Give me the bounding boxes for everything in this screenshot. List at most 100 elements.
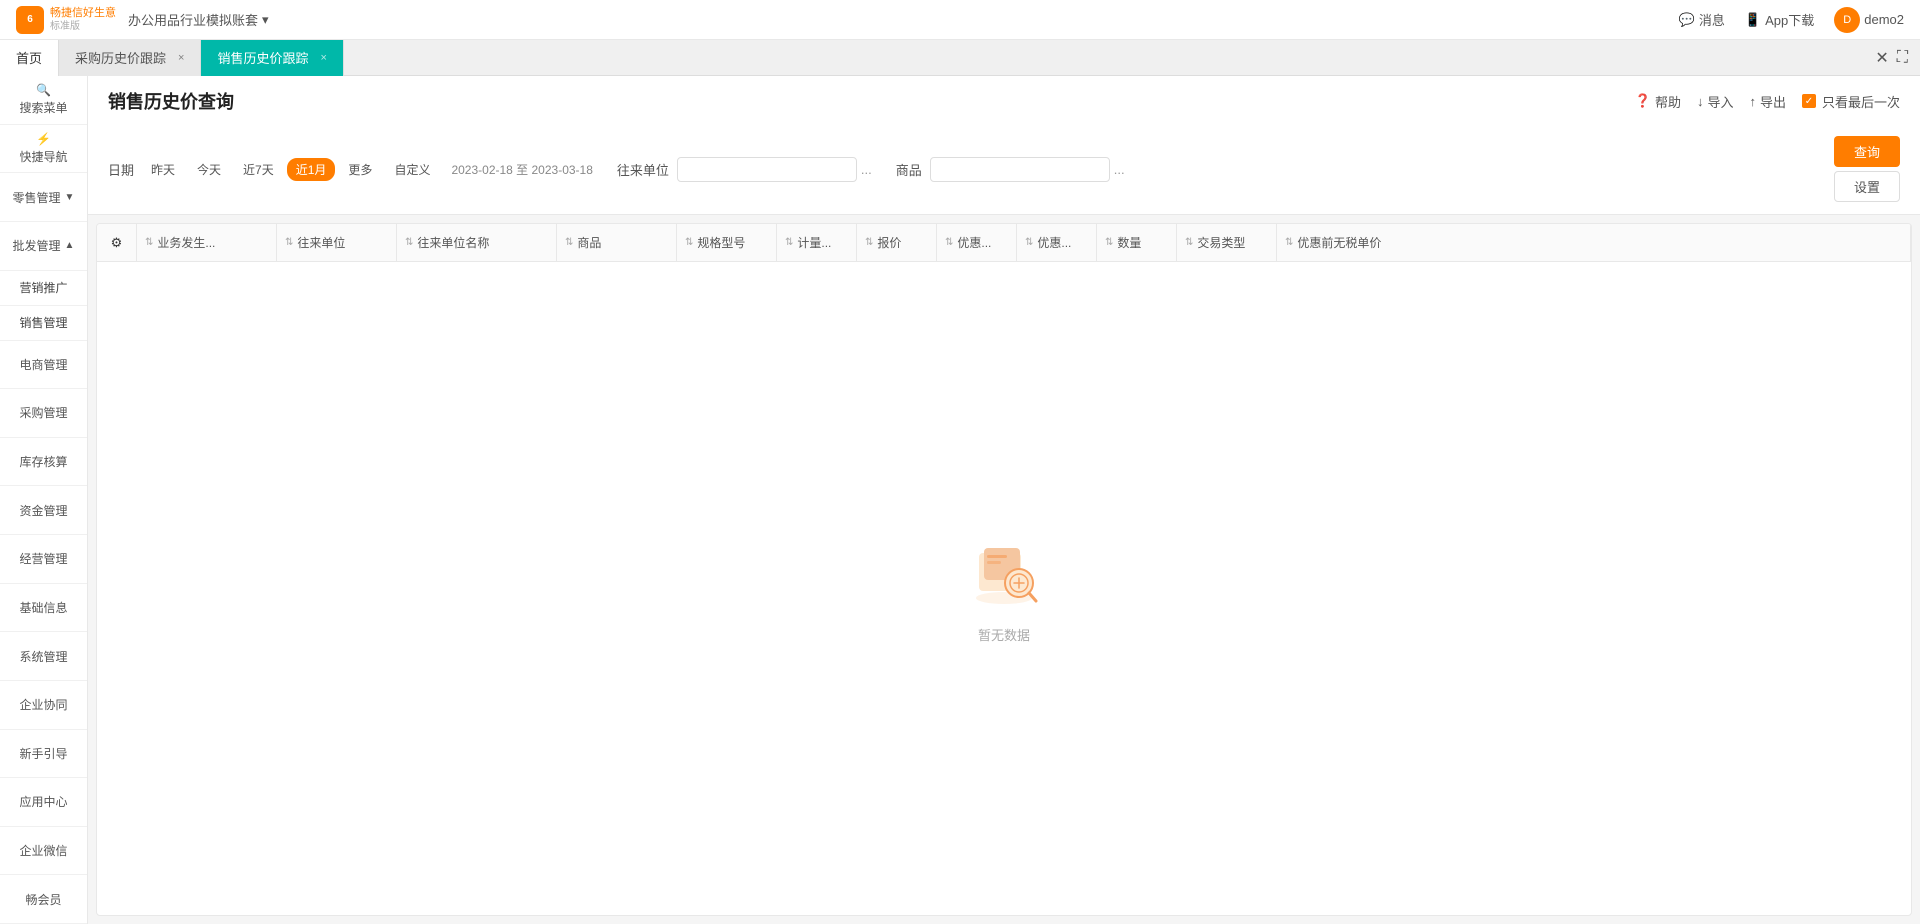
filter-btn-group: 查询 设置 [1834, 136, 1900, 202]
partner-label: 往来单位 [617, 160, 669, 179]
only-last-checkbox[interactable]: ✓ [1802, 94, 1816, 108]
app-selector[interactable]: 办公用品行业模拟账套 ▾ [128, 10, 269, 29]
download-icon: 📱 [1745, 12, 1761, 28]
date-btn-7days[interactable]: 近7天 [234, 158, 283, 181]
sidebar-item-purchase[interactable]: 采购管理 [0, 389, 87, 438]
tab-purchase-close[interactable]: × [178, 52, 184, 64]
fullscreen-button[interactable]: ⛶ [1897, 49, 1908, 67]
table-col-partner-code[interactable]: ⇅ 往来单位 [277, 224, 397, 261]
sidebar-item-system[interactable]: 系统管理 [0, 632, 87, 681]
tab-home-label: 首页 [16, 48, 42, 67]
content-area: 销售历史价查询 ❓ 帮助 ↓ 导入 ↑ 导出 ✓ [88, 76, 1920, 924]
sort-icon: ⇅ [565, 237, 573, 248]
page-title-row: 销售历史价查询 ❓ 帮助 ↓ 导入 ↑ 导出 ✓ [108, 88, 1900, 114]
help-icon: ❓ [1635, 93, 1651, 109]
table-container: ⚙ ⇅ 业务发生... ⇅ 往来单位 ⇅ 往来单位名称 ⇅ 商品 [96, 223, 1912, 916]
filter-row: 日期 昨天 今天 近7天 近1月 更多 自定义 2023-02-18 至 202… [108, 126, 1900, 214]
sidebar-item-basic-info[interactable]: 基础信息 [0, 584, 87, 633]
date-label: 日期 [108, 160, 134, 179]
user-menu-button[interactable]: D demo2 [1834, 7, 1904, 33]
setting-button[interactable]: 设置 [1834, 171, 1900, 202]
product-input[interactable] [930, 157, 1110, 182]
top-header: 6 畅捷信好生意 标准版 办公用品行业模拟账套 ▾ 💬 消息 📱 App下载 D… [0, 0, 1920, 40]
tab-sales-history[interactable]: 销售历史价跟踪 × [201, 40, 343, 76]
app-download-button[interactable]: 📱 App下载 [1745, 10, 1814, 29]
sort-icon: ⇅ [865, 237, 873, 248]
table-col-quote[interactable]: ⇅ 报价 [857, 224, 937, 261]
help-button[interactable]: ❓ 帮助 [1635, 92, 1681, 111]
empty-state-icon [964, 533, 1044, 613]
chevron-down-icon: ▾ [262, 12, 269, 28]
export-icon: ↑ [1749, 94, 1756, 109]
tab-sales-label: 销售历史价跟踪 [217, 48, 308, 67]
sort-icon: ⇅ [685, 237, 693, 248]
chevron-up-icon: ▲ [65, 240, 75, 251]
partner-dots-button[interactable]: ... [861, 162, 872, 177]
quick-nav-icon: ⚡ [36, 132, 51, 146]
sidebar-item-sales-mgmt[interactable]: 销售管理 [0, 306, 87, 341]
sidebar-item-wholesale[interactable]: 批发管理 ▲ [0, 222, 87, 271]
table-col-partner-name[interactable]: ⇅ 往来单位名称 [397, 224, 557, 261]
date-btn-custom[interactable]: 自定义 [385, 158, 439, 181]
date-filter-group: 日期 昨天 今天 近7天 近1月 更多 自定义 2023-02-18 至 202… [108, 158, 593, 181]
sidebar: 🔍 搜索菜单 ⚡ 快捷导航 零售管理 ▼ 批发管理 ▲ 营销推广 销售管理 电商… [0, 76, 88, 924]
sidebar-item-finance[interactable]: 资金管理 [0, 486, 87, 535]
sort-icon: ⇅ [1025, 237, 1033, 248]
page-actions: ❓ 帮助 ↓ 导入 ↑ 导出 ✓ 只看最后一次 [1635, 92, 1900, 111]
table-column-settings-button[interactable]: ⚙ [97, 224, 137, 261]
table-col-spec[interactable]: ⇅ 规格型号 [677, 224, 777, 261]
header-right: 💬 消息 📱 App下载 D demo2 [1679, 7, 1904, 33]
sidebar-item-app-center[interactable]: 应用中心 [0, 778, 87, 827]
tab-bar: 首页 采购历史价跟踪 × 销售历史价跟踪 × ✕ ⛶ [0, 40, 1920, 76]
table-col-product[interactable]: ⇅ 商品 [557, 224, 677, 261]
sidebar-item-quick-nav[interactable]: ⚡ 快捷导航 [0, 125, 87, 174]
date-btn-yesterday[interactable]: 昨天 [142, 158, 184, 181]
date-btn-1month[interactable]: 近1月 [287, 158, 336, 181]
sidebar-item-marketing[interactable]: 营销推广 [0, 271, 87, 306]
only-last-checkbox-area[interactable]: ✓ 只看最后一次 [1802, 92, 1900, 111]
message-button[interactable]: 💬 消息 [1679, 10, 1725, 29]
close-all-tabs-button[interactable]: ✕ [1875, 48, 1888, 68]
product-dots-button[interactable]: ... [1114, 162, 1125, 177]
table-col-discount2[interactable]: ⇅ 优惠... [1017, 224, 1097, 261]
page-title: 销售历史价查询 [108, 88, 234, 114]
sort-icon: ⇅ [405, 237, 413, 248]
export-button[interactable]: ↑ 导出 [1749, 92, 1786, 111]
sidebar-item-guide[interactable]: 新手引导 [0, 730, 87, 779]
sidebar-item-member[interactable]: 畅会员 [0, 875, 87, 924]
table-col-business-date[interactable]: ⇅ 业务发生... [137, 224, 277, 261]
table-col-trade-type[interactable]: ⇅ 交易类型 [1177, 224, 1277, 261]
import-button[interactable]: ↓ 导入 [1697, 92, 1734, 111]
sort-icon: ⇅ [285, 237, 293, 248]
table-header: ⚙ ⇅ 业务发生... ⇅ 往来单位 ⇅ 往来单位名称 ⇅ 商品 [97, 224, 1911, 262]
tab-sales-close[interactable]: × [320, 52, 326, 64]
main-layout: 🔍 搜索菜单 ⚡ 快捷导航 零售管理 ▼ 批发管理 ▲ 营销推广 销售管理 电商… [0, 76, 1920, 924]
partner-input[interactable] [677, 157, 857, 182]
logo-icon: 6 [16, 6, 44, 34]
date-btn-more[interactable]: 更多 [339, 158, 381, 181]
sort-icon: ⇅ [1285, 237, 1293, 248]
table-col-pretax-price[interactable]: ⇅ 优惠前无税单价 [1277, 224, 1911, 261]
tab-home[interactable]: 首页 [0, 40, 59, 76]
date-btn-today[interactable]: 今天 [188, 158, 230, 181]
message-icon: 💬 [1679, 12, 1695, 28]
table-col-discount1[interactable]: ⇅ 优惠... [937, 224, 1017, 261]
sidebar-item-ecommerce[interactable]: 电商管理 [0, 341, 87, 390]
empty-state-text: 暂无数据 [978, 625, 1030, 644]
chevron-down-icon: ▼ [65, 192, 75, 203]
settings-icon: ⚙ [111, 235, 123, 251]
logo-text: 畅捷信好生意 标准版 [50, 6, 116, 33]
sidebar-item-retail[interactable]: 零售管理 ▼ [0, 173, 87, 222]
sidebar-item-search[interactable]: 🔍 搜索菜单 [0, 76, 87, 125]
avatar: D [1834, 7, 1860, 33]
table-col-qty[interactable]: ⇅ 数量 [1097, 224, 1177, 261]
sidebar-item-wechat[interactable]: 企业微信 [0, 827, 87, 876]
tab-purchase-history[interactable]: 采购历史价跟踪 × [59, 40, 201, 76]
header-left: 6 畅捷信好生意 标准版 办公用品行业模拟账套 ▾ [16, 6, 269, 34]
table-col-measure[interactable]: ⇅ 计量... [777, 224, 857, 261]
sidebar-item-operations[interactable]: 经营管理 [0, 535, 87, 584]
sidebar-item-enterprise[interactable]: 企业协同 [0, 681, 87, 730]
sidebar-item-inventory[interactable]: 库存核算 [0, 438, 87, 487]
query-button[interactable]: 查询 [1834, 136, 1900, 167]
import-icon: ↓ [1697, 94, 1704, 109]
